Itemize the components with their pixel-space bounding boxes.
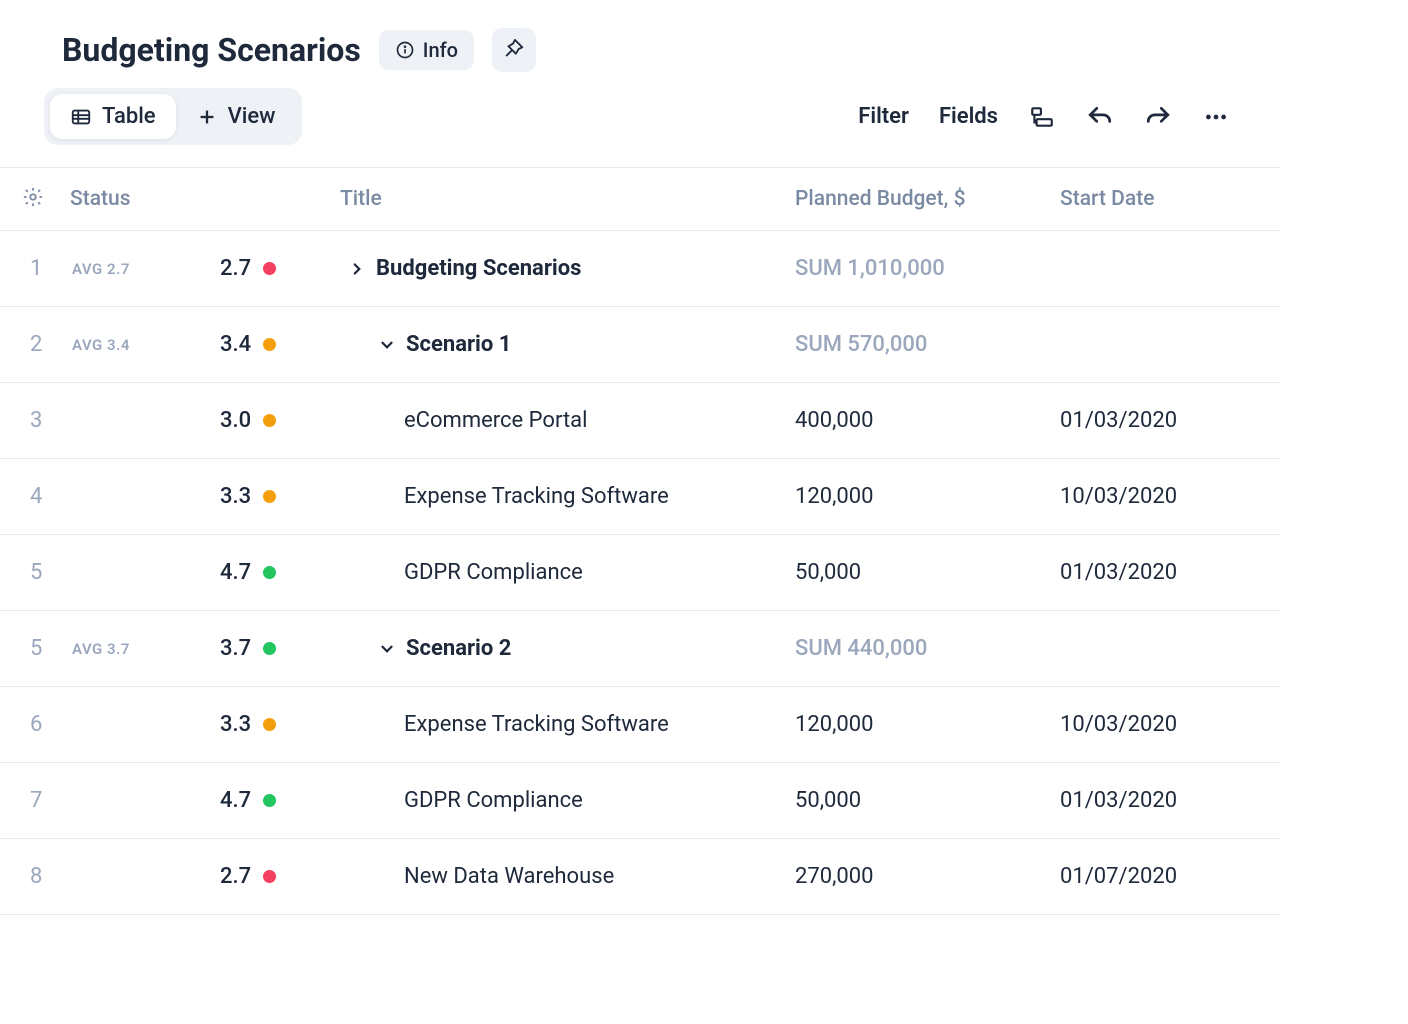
row-score: 3.3 — [220, 712, 340, 737]
row-number: 5 — [0, 560, 70, 585]
col-budget[interactable]: Planned Budget, $ — [795, 187, 1060, 211]
table-row[interactable]: 4 3.3Expense Tracking Software120,00010/0… — [0, 459, 1280, 535]
row-score: 2.7 — [220, 864, 340, 889]
redo-button[interactable] — [1144, 103, 1172, 131]
settings-column-button[interactable] — [0, 186, 70, 212]
gear-icon — [22, 186, 44, 208]
table-row[interactable]: 6 3.3Expense Tracking Software120,00010/0… — [0, 687, 1280, 763]
undo-button[interactable] — [1086, 103, 1114, 131]
redo-icon — [1145, 104, 1171, 130]
row-budget: 50,000 — [795, 788, 1060, 813]
row-budget: 270,000 — [795, 864, 1060, 889]
pin-button[interactable] — [492, 28, 536, 72]
row-number: 7 — [0, 788, 70, 813]
row-title[interactable]: Scenario 1 — [340, 332, 795, 357]
row-number: 3 — [0, 408, 70, 433]
status-dot — [263, 566, 276, 579]
row-budget: 50,000 — [795, 560, 1060, 585]
status-dot — [263, 870, 276, 883]
table-row[interactable]: 8 2.7New Data Warehouse270,00001/07/2020 — [0, 839, 1280, 915]
tab-table-label: Table — [102, 104, 156, 129]
undo-icon — [1087, 104, 1113, 130]
row-title[interactable]: Expense Tracking Software — [340, 712, 795, 737]
info-icon — [395, 40, 415, 60]
status-dot — [263, 490, 276, 503]
row-budget: 120,000 — [795, 712, 1060, 737]
row-budget: SUM 440,000 — [795, 636, 1060, 661]
row-number: 6 — [0, 712, 70, 737]
col-title[interactable]: Title — [340, 187, 795, 211]
chevron-down-icon — [378, 336, 396, 354]
plus-icon — [196, 106, 218, 128]
chevron-down-icon — [378, 640, 396, 658]
row-title[interactable]: GDPR Compliance — [340, 560, 795, 585]
table-row[interactable]: 3 3.0eCommerce Portal400,00001/03/2020 — [0, 383, 1280, 459]
row-date: 01/03/2020 — [1060, 560, 1280, 585]
table-row[interactable]: 7 4.7GDPR Compliance50,00001/03/2020 — [0, 763, 1280, 839]
row-number: 8 — [0, 864, 70, 889]
info-label: Info — [423, 38, 458, 62]
tab-table[interactable]: Table — [50, 94, 176, 139]
status-dot — [263, 794, 276, 807]
row-score: 2.7 — [220, 256, 340, 281]
row-date: 01/07/2020 — [1060, 864, 1280, 889]
row-date: 10/03/2020 — [1060, 712, 1280, 737]
layout-button[interactable] — [1028, 103, 1056, 131]
row-title[interactable]: Budgeting Scenarios — [340, 256, 795, 281]
row-number: 5 — [0, 636, 70, 661]
status-dot — [263, 262, 276, 275]
row-budget: SUM 570,000 — [795, 332, 1060, 357]
view-tabs: Table View — [44, 88, 302, 145]
col-start-date[interactable]: Start Date — [1060, 187, 1280, 211]
table-row[interactable]: 2AVG 3.43.4Scenario 1SUM 570,000 — [0, 307, 1280, 383]
more-button[interactable] — [1202, 103, 1230, 131]
row-date: 01/03/2020 — [1060, 788, 1280, 813]
row-title[interactable]: Scenario 2 — [340, 636, 795, 661]
col-status[interactable]: Status — [70, 187, 220, 211]
row-avg: AVG 3.7 — [70, 639, 220, 658]
tab-view-label: View — [228, 104, 276, 129]
chevron-right-icon — [348, 260, 366, 278]
row-budget: SUM 1,010,000 — [795, 256, 1060, 281]
row-title[interactable]: Expense Tracking Software — [340, 484, 795, 509]
row-score: 3.3 — [220, 484, 340, 509]
status-dot — [263, 338, 276, 351]
filter-button[interactable]: Filter — [858, 104, 909, 129]
table-row[interactable]: 1AVG 2.72.7Budgeting ScenariosSUM 1,010,… — [0, 231, 1280, 307]
status-dot — [263, 642, 276, 655]
data-table: Status Title Planned Budget, $ Start Dat… — [0, 167, 1280, 915]
row-score: 3.7 — [220, 636, 340, 661]
status-dot — [263, 414, 276, 427]
fields-button[interactable]: Fields — [939, 104, 998, 129]
row-title[interactable]: New Data Warehouse — [340, 864, 795, 889]
row-avg: AVG 3.4 — [70, 335, 220, 354]
row-avg: AVG 2.7 — [70, 259, 220, 278]
row-title[interactable]: GDPR Compliance — [340, 788, 795, 813]
row-score: 3.4 — [220, 332, 340, 357]
row-title[interactable]: eCommerce Portal — [340, 408, 795, 433]
layout-icon — [1029, 104, 1055, 130]
row-budget: 120,000 — [795, 484, 1060, 509]
table-row[interactable]: 5AVG 3.73.7Scenario 2SUM 440,000 — [0, 611, 1280, 687]
status-dot — [263, 718, 276, 731]
table-header: Status Title Planned Budget, $ Start Dat… — [0, 167, 1280, 231]
info-button[interactable]: Info — [379, 30, 474, 70]
row-budget: 400,000 — [795, 408, 1060, 433]
table-icon — [70, 106, 92, 128]
more-icon — [1203, 104, 1229, 130]
table-row[interactable]: 5 4.7GDPR Compliance50,00001/03/2020 — [0, 535, 1280, 611]
row-score: 3.0 — [220, 408, 340, 433]
row-score: 4.7 — [220, 788, 340, 813]
row-number: 1 — [0, 256, 70, 281]
row-date: 10/03/2020 — [1060, 484, 1280, 509]
row-score: 4.7 — [220, 560, 340, 585]
page-title: Budgeting Scenarios — [62, 31, 361, 69]
tab-add-view[interactable]: View — [176, 94, 296, 139]
row-number: 2 — [0, 332, 70, 357]
row-date: 01/03/2020 — [1060, 408, 1280, 433]
pin-icon — [503, 39, 525, 61]
row-number: 4 — [0, 484, 70, 509]
